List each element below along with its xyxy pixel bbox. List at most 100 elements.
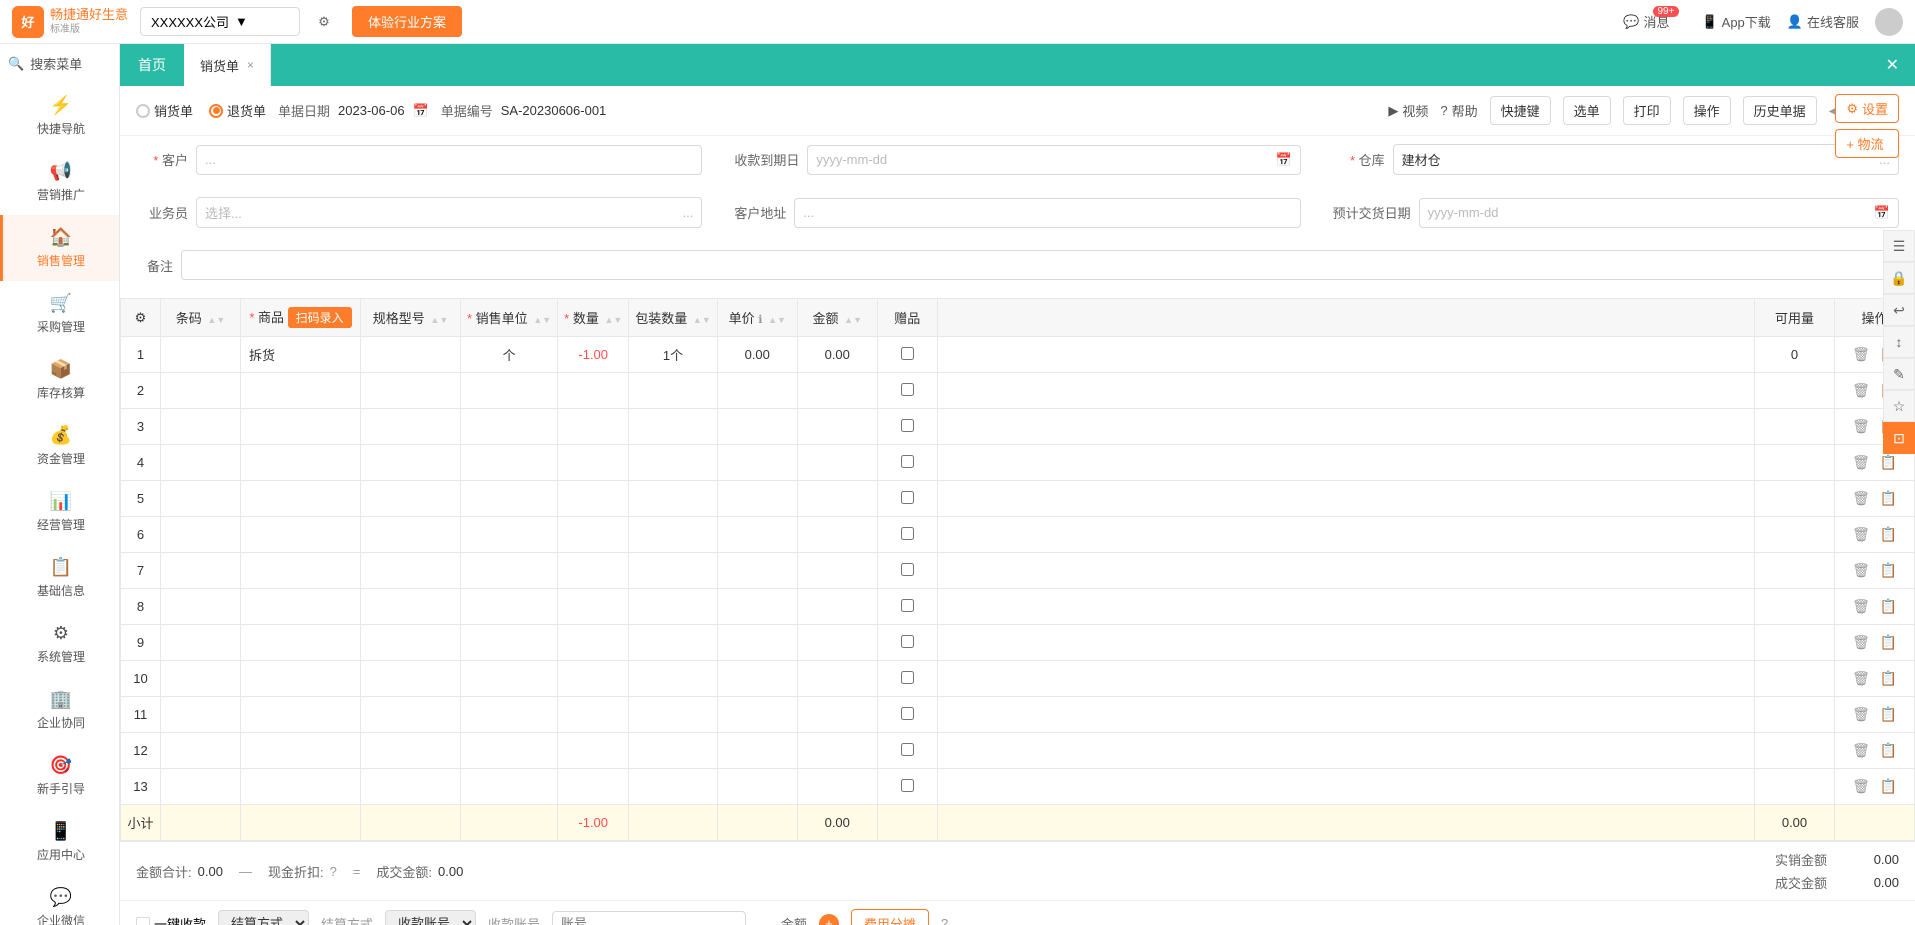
logistics-button[interactable]: + 物流 bbox=[1835, 129, 1899, 158]
copy-icon[interactable]: 📋 bbox=[1879, 490, 1896, 506]
help-action[interactable]: ? 帮助 bbox=[1440, 101, 1477, 120]
sidebar-item-system[interactable]: ⚙ 系统管理 bbox=[0, 611, 119, 677]
row-barcode[interactable] bbox=[161, 409, 241, 445]
sidebar-item-finance[interactable]: 💰 资金管理 bbox=[0, 413, 119, 479]
row-gift[interactable] bbox=[877, 409, 937, 445]
row-gift[interactable] bbox=[877, 589, 937, 625]
row-spec[interactable] bbox=[361, 445, 461, 481]
row-spec[interactable] bbox=[361, 733, 461, 769]
row-gift[interactable] bbox=[877, 517, 937, 553]
row-spec[interactable] bbox=[361, 409, 461, 445]
tab-home[interactable]: 首页 bbox=[120, 44, 184, 86]
delete-icon[interactable]: 🗑 bbox=[1852, 382, 1870, 398]
row-product[interactable] bbox=[241, 373, 361, 409]
sidebar-item-basic[interactable]: 📋 基础信息 bbox=[0, 545, 119, 611]
copy-icon[interactable]: 📋 bbox=[1879, 598, 1896, 614]
row-amount[interactable] bbox=[797, 733, 877, 769]
row-barcode[interactable] bbox=[161, 769, 241, 805]
row-product[interactable] bbox=[241, 769, 361, 805]
row-amount[interactable] bbox=[797, 445, 877, 481]
row-price[interactable] bbox=[717, 733, 797, 769]
row-gift[interactable] bbox=[877, 661, 937, 697]
row-gift[interactable] bbox=[877, 625, 937, 661]
delete-icon[interactable]: 🗑 bbox=[1852, 526, 1870, 542]
row-barcode[interactable] bbox=[161, 553, 241, 589]
float-icon-1[interactable]: ☰ bbox=[1883, 230, 1915, 262]
row-amount[interactable] bbox=[797, 697, 877, 733]
settings-icon[interactable]: ⚙ bbox=[308, 6, 340, 38]
row-qty[interactable] bbox=[558, 625, 629, 661]
row-barcode[interactable] bbox=[161, 697, 241, 733]
row-spec[interactable] bbox=[361, 625, 461, 661]
row-amount[interactable] bbox=[797, 481, 877, 517]
row-barcode[interactable] bbox=[161, 589, 241, 625]
sidebar-item-marketing[interactable]: 📢 营销推广 bbox=[0, 149, 119, 215]
history-button[interactable]: 历史单据 bbox=[1743, 96, 1817, 125]
row-product[interactable] bbox=[241, 625, 361, 661]
row-product[interactable] bbox=[241, 733, 361, 769]
row-pkgqty[interactable] bbox=[629, 733, 717, 769]
customer-input[interactable]: ... bbox=[196, 145, 702, 175]
expected-date-input[interactable]: yyyy-mm-dd 📅 bbox=[1419, 198, 1899, 228]
row-qty[interactable] bbox=[558, 697, 629, 733]
row-gift[interactable] bbox=[877, 697, 937, 733]
row-price[interactable] bbox=[717, 589, 797, 625]
row-price[interactable] bbox=[717, 445, 797, 481]
row-spec[interactable] bbox=[361, 769, 461, 805]
row-pkgqty[interactable] bbox=[629, 553, 717, 589]
row-pkgqty[interactable] bbox=[629, 589, 717, 625]
fee-help-icon[interactable]: ? bbox=[941, 916, 948, 925]
sidebar-item-sales[interactable]: 🏠 销售管理 bbox=[0, 215, 119, 281]
payment-account-select[interactable]: 收款账号 bbox=[385, 910, 476, 925]
delete-icon[interactable]: 🗑 bbox=[1852, 742, 1870, 758]
row-amount[interactable]: 0.00 bbox=[797, 337, 877, 373]
row-qty[interactable] bbox=[558, 553, 629, 589]
app-download-item[interactable]: 📱 App下载 bbox=[1701, 12, 1770, 31]
row-amount[interactable] bbox=[797, 409, 877, 445]
row-qty[interactable] bbox=[558, 409, 629, 445]
row-unit[interactable]: 个 bbox=[461, 337, 558, 373]
row-pkgqty[interactable] bbox=[629, 373, 717, 409]
fee-split-button[interactable]: 费用分摊 bbox=[851, 909, 929, 925]
copy-icon[interactable]: 📋 bbox=[1879, 634, 1896, 650]
float-icon-4[interactable]: ↕ bbox=[1883, 326, 1915, 358]
row-unit[interactable] bbox=[461, 733, 558, 769]
row-pkgqty[interactable]: 1个 bbox=[629, 337, 717, 373]
row-unit[interactable] bbox=[461, 481, 558, 517]
row-product[interactable] bbox=[241, 553, 361, 589]
row-barcode[interactable] bbox=[161, 661, 241, 697]
row-pkgqty[interactable] bbox=[629, 517, 717, 553]
row-price[interactable] bbox=[717, 481, 797, 517]
float-icon-6[interactable]: ☆ bbox=[1883, 390, 1915, 422]
row-price[interactable] bbox=[717, 373, 797, 409]
th-settings[interactable]: ⚙ bbox=[121, 299, 161, 337]
tab-close-icon[interactable]: × bbox=[247, 58, 254, 72]
float-icon-7[interactable]: ⊡ bbox=[1883, 422, 1915, 454]
row-barcode[interactable] bbox=[161, 733, 241, 769]
row-pkgqty[interactable] bbox=[629, 625, 717, 661]
row-pkgqty[interactable] bbox=[629, 481, 717, 517]
avatar[interactable] bbox=[1875, 8, 1903, 36]
row-spec[interactable] bbox=[361, 481, 461, 517]
operations-button[interactable]: 操作 bbox=[1683, 96, 1731, 125]
row-unit[interactable] bbox=[461, 553, 558, 589]
row-qty[interactable] bbox=[558, 517, 629, 553]
sidebar-item-purchase[interactable]: 🛒 采购管理 bbox=[0, 281, 119, 347]
sidebar-item-wechat[interactable]: 💬 企业微信 bbox=[0, 875, 119, 925]
warehouse-input[interactable]: 建材仓 ... bbox=[1393, 144, 1899, 175]
row-product[interactable] bbox=[241, 445, 361, 481]
account-input[interactable] bbox=[552, 911, 746, 925]
row-unit[interactable] bbox=[461, 697, 558, 733]
print-button[interactable]: 打印 bbox=[1623, 96, 1671, 125]
row-price[interactable] bbox=[717, 409, 797, 445]
row-qty[interactable] bbox=[558, 445, 629, 481]
row-barcode[interactable] bbox=[161, 373, 241, 409]
row-gift[interactable] bbox=[877, 481, 937, 517]
copy-icon[interactable]: 📋 bbox=[1879, 670, 1896, 686]
radio-sale[interactable]: 销货单 bbox=[136, 101, 193, 120]
message-icon-item[interactable]: 💬 消息 99+ bbox=[1623, 12, 1669, 31]
sidebar-item-guide[interactable]: 🎯 新手引导 bbox=[0, 743, 119, 809]
row-spec[interactable] bbox=[361, 373, 461, 409]
row-qty[interactable]: -1.00 bbox=[558, 337, 629, 373]
delete-icon[interactable]: 🗑 bbox=[1852, 346, 1870, 362]
